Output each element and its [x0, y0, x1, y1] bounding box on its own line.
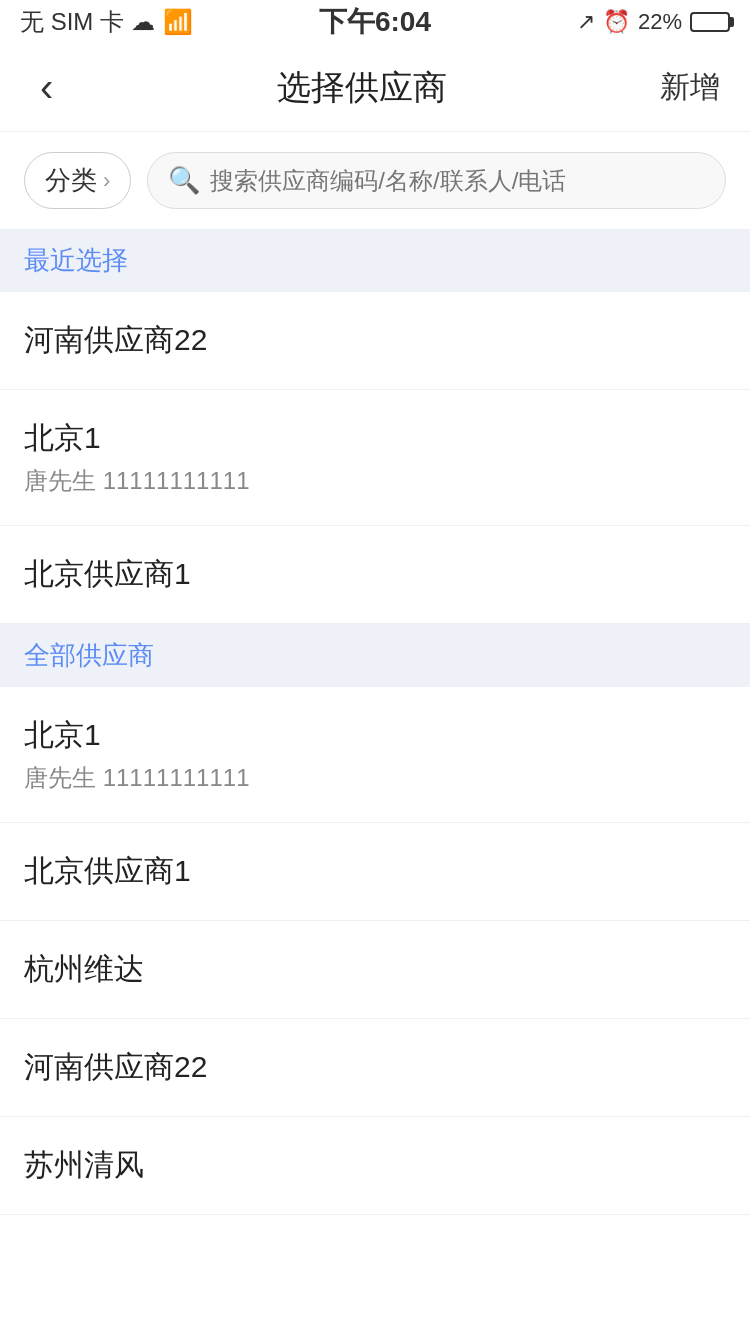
category-label: 分类	[45, 163, 97, 198]
list-item[interactable]: 杭州维达	[0, 921, 750, 1019]
item-name: 北京供应商1	[24, 851, 726, 892]
back-button[interactable]: ‹	[30, 55, 63, 120]
chevron-right-icon: ›	[103, 168, 110, 194]
list-item[interactable]: 河南供应商22	[0, 292, 750, 390]
all-label: 全部供应商	[24, 640, 154, 670]
nav-bar: ‹ 选择供应商 新增	[0, 44, 750, 132]
status-time: 下午6:04	[319, 3, 431, 41]
search-input[interactable]	[210, 167, 705, 195]
item-name: 北京供应商1	[24, 554, 726, 595]
battery-percent: 22%	[638, 9, 682, 35]
item-name: 北京1	[24, 418, 726, 459]
all-section-header: 全部供应商	[0, 624, 750, 687]
list-item[interactable]: 北京供应商1	[0, 526, 750, 624]
recent-label: 最近选择	[24, 245, 128, 275]
item-sub: 唐先生 11111111111	[24, 762, 726, 794]
list-item[interactable]: 河南供应商22	[0, 1019, 750, 1117]
search-bar: 🔍	[147, 152, 726, 209]
wifi-icon: 📶	[163, 8, 193, 36]
page-title: 选择供应商	[277, 65, 447, 111]
item-name: 北京1	[24, 715, 726, 756]
item-name: 杭州维达	[24, 949, 726, 990]
list-item[interactable]: 苏州清风	[0, 1117, 750, 1215]
category-button[interactable]: 分类 ›	[24, 152, 131, 209]
status-bar: 无 SIM 卡 ☁ 📶 下午6:04 ↗ ⏰ 22%	[0, 0, 750, 44]
alarm-icon: ⏰	[603, 9, 630, 35]
item-name: 河南供应商22	[24, 1047, 726, 1088]
status-left: 无 SIM 卡 ☁ 📶	[20, 6, 193, 38]
recent-section-header: 最近选择	[0, 229, 750, 292]
location-icon: ↗	[577, 9, 595, 35]
filter-bar: 分类 › 🔍	[0, 132, 750, 229]
add-button[interactable]: 新增	[660, 67, 720, 108]
recent-list: 河南供应商22 北京1 唐先生 11111111111 北京供应商1	[0, 292, 750, 624]
item-name: 苏州清风	[24, 1145, 726, 1186]
status-right: ↗ ⏰ 22%	[577, 9, 730, 35]
list-item[interactable]: 北京1 唐先生 11111111111	[0, 390, 750, 526]
item-name: 河南供应商22	[24, 320, 726, 361]
search-icon: 🔍	[168, 165, 200, 196]
sim-status: 无 SIM 卡 ☁	[20, 6, 155, 38]
list-item[interactable]: 北京供应商1	[0, 823, 750, 921]
list-item[interactable]: 北京1 唐先生 11111111111	[0, 687, 750, 823]
item-sub: 唐先生 11111111111	[24, 465, 726, 497]
battery-icon	[690, 12, 730, 32]
all-list: 北京1 唐先生 11111111111 北京供应商1 杭州维达河南供应商22 苏州清风	[0, 687, 750, 1215]
